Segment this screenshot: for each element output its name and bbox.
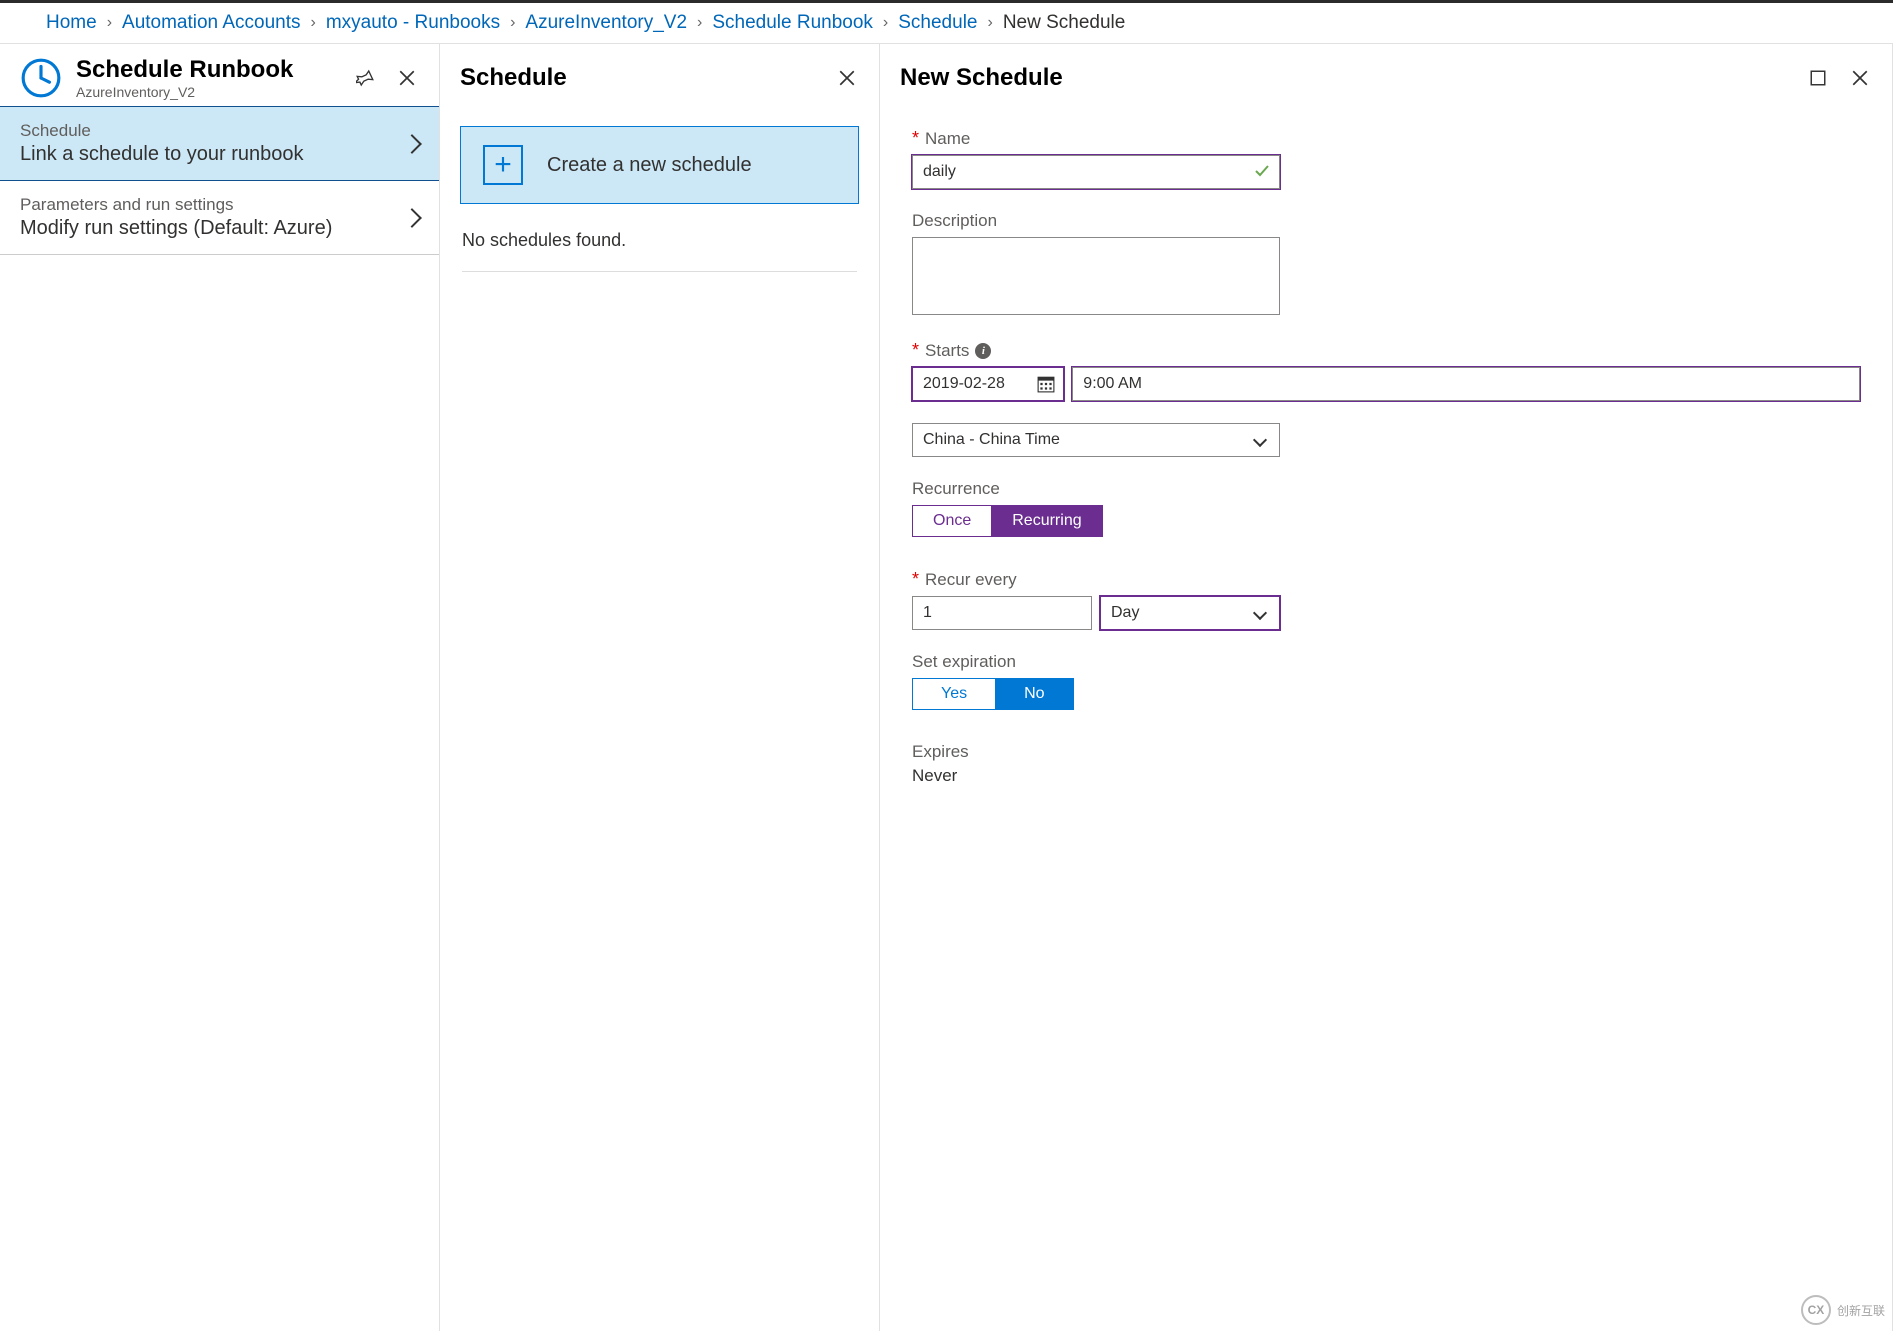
pin-button[interactable] xyxy=(353,66,377,90)
chevron-right-icon xyxy=(402,208,422,228)
step-parameters[interactable]: Parameters and run settings Modify run s… xyxy=(0,181,439,255)
step-label: Schedule xyxy=(20,121,405,141)
name-label: Name xyxy=(925,129,970,149)
description-input[interactable] xyxy=(912,237,1280,315)
recur-unit-select[interactable]: Day xyxy=(1100,596,1280,630)
starts-label: Starts xyxy=(925,341,969,361)
maximize-button[interactable] xyxy=(1806,66,1830,90)
info-icon[interactable]: i xyxy=(975,343,991,359)
expires-value: Never xyxy=(912,766,1860,786)
chevron-down-icon xyxy=(1253,606,1267,620)
blade-title: Schedule Runbook xyxy=(76,56,353,85)
start-time-input[interactable] xyxy=(1072,367,1860,401)
recur-every-label: Recur every xyxy=(925,570,1017,590)
start-date-input[interactable]: 2019-02-28 xyxy=(912,367,1064,401)
breadcrumb: Home › Automation Accounts › mxyauto - R… xyxy=(0,3,1893,43)
watermark: CX 创新互联 xyxy=(1801,1295,1885,1325)
chevron-right-icon: › xyxy=(987,14,992,32)
blade-new-schedule: New Schedule *Name xyxy=(880,44,1893,1331)
breadcrumb-schedule-runbook[interactable]: Schedule Runbook xyxy=(712,12,873,34)
set-expiration-label: Set expiration xyxy=(912,652,1016,672)
chevron-right-icon: › xyxy=(107,14,112,32)
start-date-value: 2019-02-28 xyxy=(923,375,1005,393)
close-button[interactable] xyxy=(395,66,419,90)
chevron-right-icon: › xyxy=(510,14,515,32)
blade-subtitle: AzureInventory_V2 xyxy=(76,84,353,100)
name-input[interactable] xyxy=(912,155,1280,189)
step-value: Link a schedule to your runbook xyxy=(20,143,405,166)
expiration-toggle: Yes No xyxy=(912,678,1860,710)
recur-every-input[interactable] xyxy=(912,596,1092,630)
breadcrumb-schedule[interactable]: Schedule xyxy=(898,12,977,34)
timezone-select[interactable]: China - China Time xyxy=(912,423,1280,457)
close-button[interactable] xyxy=(1848,66,1872,90)
create-new-schedule-label: Create a new schedule xyxy=(547,154,752,177)
chevron-down-icon xyxy=(1253,433,1267,447)
chevron-right-icon xyxy=(402,134,422,154)
plus-icon: + xyxy=(483,145,523,185)
expires-label: Expires xyxy=(912,742,1860,762)
breadcrumb-azureinventory-v2[interactable]: AzureInventory_V2 xyxy=(525,12,687,34)
divider xyxy=(462,271,857,272)
no-schedules-message: No schedules found. xyxy=(440,224,879,257)
step-value: Modify run settings (Default: Azure) xyxy=(20,217,405,240)
recurrence-recurring[interactable]: Recurring xyxy=(992,505,1102,537)
recurrence-toggle: Once Recurring xyxy=(912,505,1860,537)
blade-schedule-runbook: Schedule Runbook AzureInventory_V2 Sched… xyxy=(0,44,440,1331)
step-label: Parameters and run settings xyxy=(20,195,405,215)
breadcrumb-automation-accounts[interactable]: Automation Accounts xyxy=(122,12,301,34)
recurrence-label: Recurrence xyxy=(912,479,1000,499)
blade-schedule: Schedule + Create a new schedule No sche… xyxy=(440,44,880,1331)
recur-unit-value: Day xyxy=(1111,604,1139,622)
blade-title: New Schedule xyxy=(900,64,1806,93)
check-icon xyxy=(1254,163,1270,182)
breadcrumb-mxyauto-runbooks[interactable]: mxyauto - Runbooks xyxy=(326,12,500,34)
timezone-value: China - China Time xyxy=(923,431,1060,449)
recurrence-once[interactable]: Once xyxy=(912,505,992,537)
breadcrumb-home[interactable]: Home xyxy=(46,12,97,34)
calendar-icon xyxy=(1037,375,1055,393)
description-label: Description xyxy=(912,211,997,231)
expiration-yes[interactable]: Yes xyxy=(912,678,996,710)
blade-title: Schedule xyxy=(460,64,835,93)
create-new-schedule-button[interactable]: + Create a new schedule xyxy=(460,126,859,204)
chevron-right-icon: › xyxy=(883,14,888,32)
close-button[interactable] xyxy=(835,66,859,90)
breadcrumb-current: New Schedule xyxy=(1003,12,1126,34)
step-schedule[interactable]: Schedule Link a schedule to your runbook xyxy=(0,106,439,181)
chevron-right-icon: › xyxy=(311,14,316,32)
chevron-right-icon: › xyxy=(697,14,702,32)
expiration-no[interactable]: No xyxy=(996,678,1073,710)
clock-icon xyxy=(20,57,62,99)
